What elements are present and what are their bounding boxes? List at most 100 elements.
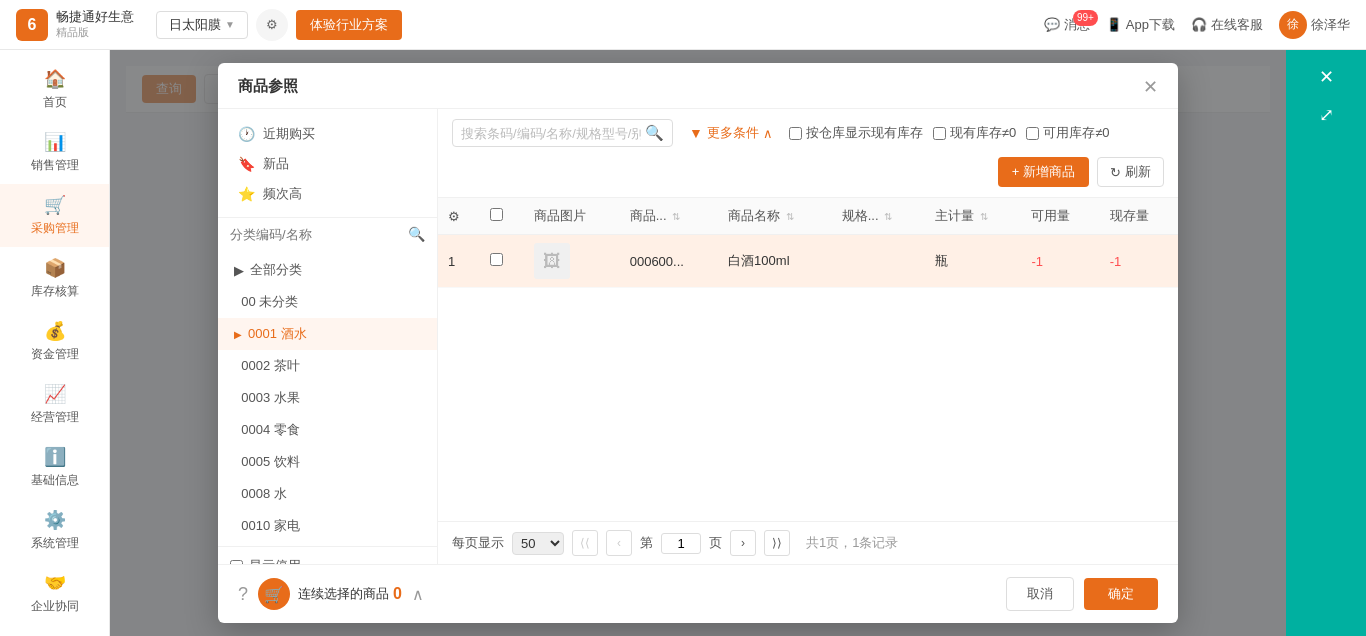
category-beverage-label: 0005 饮料 xyxy=(234,453,300,471)
user-item[interactable]: 徐 徐泽华 xyxy=(1279,11,1350,39)
filter-up-icon: ∧ xyxy=(763,126,773,141)
col-stock[interactable]: 现存量 xyxy=(1100,198,1178,235)
category-snack[interactable]: 0004 零食 xyxy=(218,414,437,446)
sidebar-item-operation[interactable]: 📈 经营管理 xyxy=(0,373,109,436)
col-checkbox[interactable] xyxy=(480,198,524,235)
sidebar-item-home[interactable]: 🏠 首页 xyxy=(0,58,109,121)
warehouse-stock-checkbox[interactable] xyxy=(789,127,802,140)
col-unit[interactable]: 主计量 ⇅ xyxy=(925,198,1021,235)
col-settings[interactable]: ⚙ xyxy=(438,198,480,235)
category-tea[interactable]: 0002 茶叶 xyxy=(218,350,437,382)
modal-footer: ? 🛒 连续选择的商品 0 ∧ 取消 确定 xyxy=(218,564,1178,623)
category-search: 🔍 xyxy=(218,218,437,250)
left-panel: 🕐 近期购买 🔖 新品 ⭐ 频次高 xyxy=(218,109,438,564)
category-search-input[interactable] xyxy=(230,227,404,242)
experience-button[interactable]: 体验行业方案 xyxy=(296,10,402,40)
product-search-input[interactable] xyxy=(461,126,641,141)
col-name[interactable]: 商品名称 ⇅ xyxy=(718,198,832,235)
app-layout: 🏠 首页 📊 销售管理 🛒 采购管理 📦 库存核算 💰 资金管理 📈 经营管理 … xyxy=(0,50,1366,636)
next-page-btn[interactable]: › xyxy=(730,530,756,556)
col-spec[interactable]: 规格... ⇅ xyxy=(832,198,925,235)
prev-page-btn[interactable]: ‹ xyxy=(606,530,632,556)
sort-unit-icon: ⇅ xyxy=(980,211,988,222)
row-checkbox[interactable] xyxy=(490,253,503,266)
product-search-icon[interactable]: 🔍 xyxy=(645,124,664,142)
message-item[interactable]: 💬 消息 99+ xyxy=(1044,16,1090,34)
current-stock-filter[interactable]: 现有库存≠0 xyxy=(933,124,1016,142)
col-code[interactable]: 商品... ⇅ xyxy=(620,198,718,235)
category-fruit[interactable]: 0003 水果 xyxy=(218,382,437,414)
confirm-button[interactable]: 确定 xyxy=(1084,578,1158,610)
teal-expand-btn[interactable]: ⤢ xyxy=(1319,104,1334,126)
category-tea-label: 0002 茶叶 xyxy=(234,357,300,375)
operation-icon: 📈 xyxy=(44,383,66,405)
filter-button[interactable]: ▼ 更多条件 ∧ xyxy=(683,120,779,146)
user-name: 徐泽华 xyxy=(1311,16,1350,34)
first-page-btn[interactable]: ⟨⟨ xyxy=(572,530,598,556)
col-stock-label: 现存量 xyxy=(1110,208,1149,223)
page-input[interactable] xyxy=(661,533,701,554)
teal-close-btn[interactable]: ✕ xyxy=(1319,66,1334,88)
sort-name-icon: ⇅ xyxy=(786,211,794,222)
available-stock-filter[interactable]: 可用库存≠0 xyxy=(1026,124,1109,142)
table-row[interactable]: 1 🖼 000600... 白酒100ml xyxy=(438,235,1178,288)
modal-body: 🕐 近期购买 🔖 新品 ⭐ 频次高 xyxy=(218,109,1178,564)
sidebar-item-finance[interactable]: 💰 资金管理 xyxy=(0,310,109,373)
category-liquor[interactable]: ▶ 0001 酒水 xyxy=(218,318,437,350)
select-all-checkbox[interactable] xyxy=(490,208,503,221)
add-goods-button[interactable]: + 新增商品 xyxy=(998,157,1089,187)
sidebar-item-sales[interactable]: 📊 销售管理 xyxy=(0,121,109,184)
category-unclassified[interactable]: 00 未分类 xyxy=(218,286,437,318)
brand-sub: 精品版 xyxy=(56,25,134,40)
category-water[interactable]: 0008 水 xyxy=(218,478,437,510)
sidebar-item-inventory[interactable]: 📦 库存核算 xyxy=(0,247,109,310)
current-stock-label: 现有库存≠0 xyxy=(950,124,1016,142)
show-disabled-label[interactable]: 显示停用 xyxy=(249,557,301,564)
recent-purchase-nav[interactable]: 🕐 近期购买 xyxy=(230,119,425,149)
last-page-btn[interactable]: ⟩⟩ xyxy=(764,530,790,556)
sales-icon: 📊 xyxy=(44,131,66,153)
refresh-button[interactable]: ↻ 刷新 xyxy=(1097,157,1164,187)
available-stock-checkbox[interactable] xyxy=(1026,127,1039,140)
cancel-button[interactable]: 取消 xyxy=(1006,577,1074,611)
category-all-label: 全部分类 xyxy=(250,261,302,279)
warehouse-stock-filter[interactable]: 按仓库显示现有库存 xyxy=(789,124,923,142)
product-reference-modal: 商品参照 ✕ 🕐 近期购买 🔖 xyxy=(218,63,1178,623)
store-selector[interactable]: 日太阳膜 ▼ xyxy=(156,11,248,39)
brand-name: 畅捷通好生意 xyxy=(56,9,134,26)
recent-purchase-label: 近期购买 xyxy=(263,125,315,143)
col-available[interactable]: 可用量 xyxy=(1021,198,1099,235)
sidebar-item-guide[interactable]: 🎓 新手引导 xyxy=(0,625,109,636)
settings-icon[interactable]: ⚙ xyxy=(256,9,288,41)
category-all[interactable]: ▶ 全部分类 xyxy=(218,254,437,286)
cell-available: -1 xyxy=(1021,235,1099,288)
sidebar-label-purchase: 采购管理 xyxy=(31,220,79,237)
category-appliance[interactable]: 0010 家电 xyxy=(218,510,437,542)
online-service-item[interactable]: 🎧 在线客服 xyxy=(1191,16,1263,34)
sidebar-item-purchase[interactable]: 🛒 采购管理 xyxy=(0,184,109,247)
filter-label: 更多条件 xyxy=(707,124,759,142)
sidebar-label-collab: 企业协同 xyxy=(31,598,79,615)
new-product-nav[interactable]: 🔖 新品 xyxy=(230,149,425,179)
mobile-icon: 📱 xyxy=(1106,17,1122,32)
cell-index: 1 xyxy=(438,235,480,288)
sidebar-item-collab[interactable]: 🤝 企业协同 xyxy=(0,562,109,625)
category-beverage[interactable]: 0005 饮料 xyxy=(218,446,437,478)
collapse-icon[interactable]: ∧ xyxy=(412,585,424,604)
sidebar-item-base[interactable]: ℹ️ 基础信息 xyxy=(0,436,109,499)
app-download-item[interactable]: 📱 App下载 xyxy=(1106,16,1175,34)
sidebar-label-operation: 经营管理 xyxy=(31,409,79,426)
help-icon[interactable]: ? xyxy=(238,584,248,605)
warehouse-stock-label: 按仓库显示现有库存 xyxy=(806,124,923,142)
cart-icon[interactable]: 🛒 xyxy=(258,578,290,610)
frequent-nav[interactable]: ⭐ 频次高 xyxy=(230,179,425,209)
sidebar-item-system[interactable]: ⚙️ 系统管理 xyxy=(0,499,109,562)
online-service-label: 在线客服 xyxy=(1211,16,1263,34)
base-icon: ℹ️ xyxy=(44,446,66,468)
current-stock-checkbox[interactable] xyxy=(933,127,946,140)
cell-checkbox[interactable] xyxy=(480,235,524,288)
close-icon[interactable]: ✕ xyxy=(1143,78,1158,96)
search-input-wrap: 🔍 xyxy=(452,119,673,147)
category-search-icon[interactable]: 🔍 xyxy=(408,226,425,242)
per-page-select[interactable]: 50 10 20 100 xyxy=(512,532,564,555)
